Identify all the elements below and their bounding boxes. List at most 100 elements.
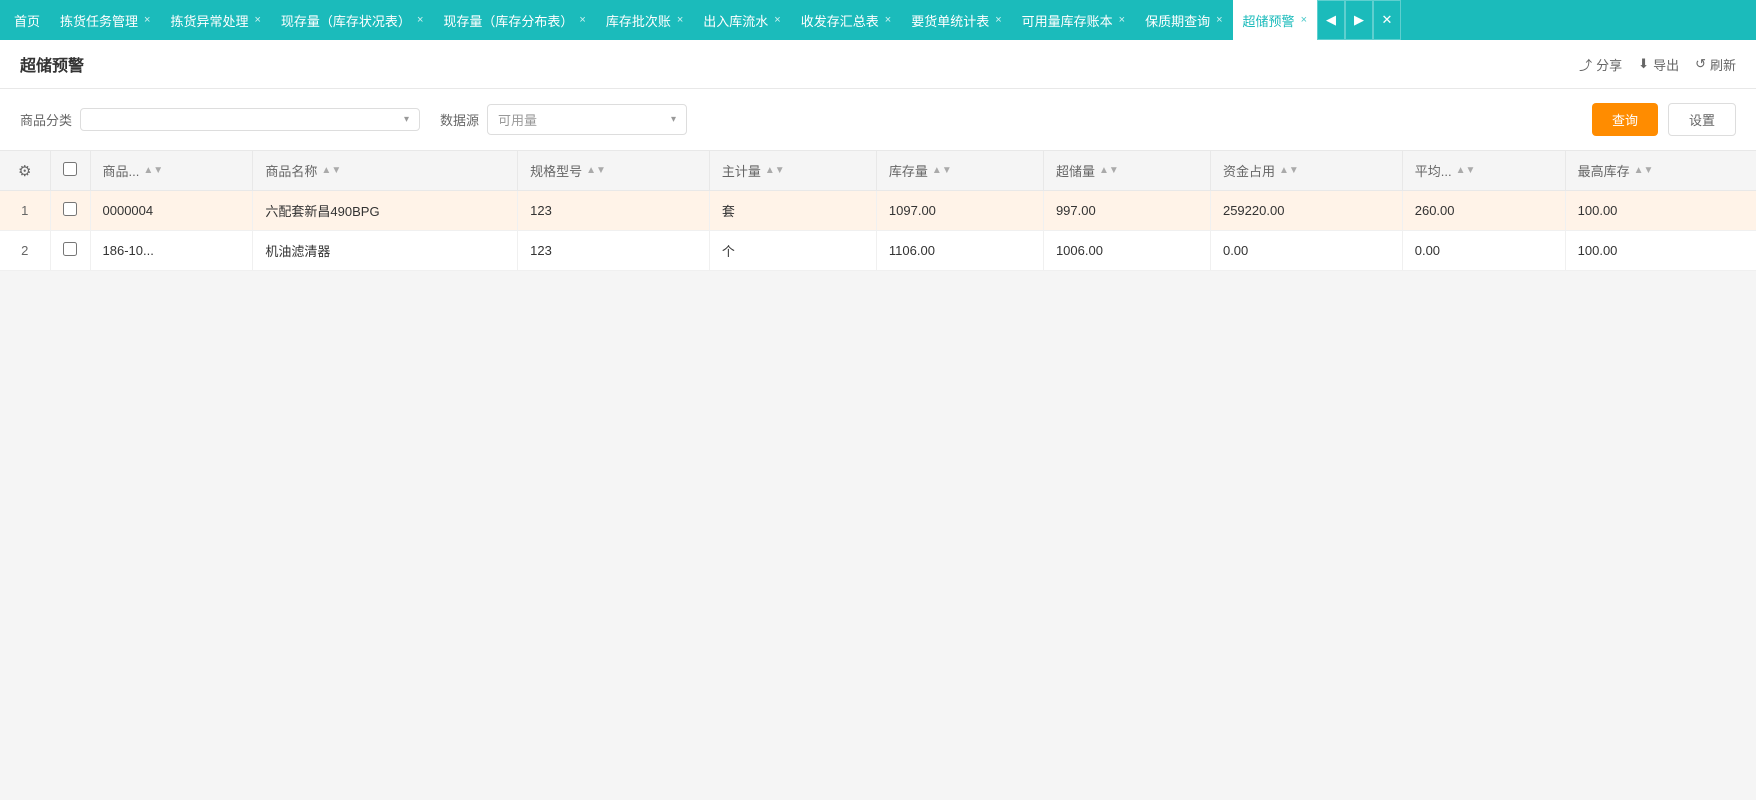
th-max-stock[interactable]: 最高库存 ▲▼ <box>1565 151 1756 191</box>
gear-icon[interactable]: ⚙ <box>18 163 31 180</box>
category-select[interactable]: ▾ <box>80 108 420 131</box>
th-stock[interactable]: 库存量 ▲▼ <box>876 151 1043 191</box>
nav-item-9[interactable]: 可用量库存账本 × <box>1012 0 1135 40</box>
category-filter: 商品分类 ▾ <box>20 108 420 131</box>
close-icon[interactable]: × <box>885 14 891 26</box>
close-icon[interactable]: × <box>1119 14 1125 26</box>
close-icon[interactable]: × <box>1216 14 1222 26</box>
sort-icon: ▲▼ <box>143 167 163 175</box>
chevron-down-icon: ▾ <box>404 114 409 125</box>
col-checkbox[interactable] <box>50 191 90 231</box>
header-actions: ⤴ 分享 ⬇ 导出 ↺ 刷新 <box>1579 55 1736 74</box>
th-product-name[interactable]: 商品名称 ▲▼ <box>253 151 518 191</box>
col-over-stock: 997.00 <box>1043 191 1210 231</box>
table-body: 10000004六配套新昌490BPG123套1097.00997.002592… <box>0 191 1756 271</box>
datasource-filter: 数据源 可用量 ▾ <box>440 104 687 135</box>
close-icon[interactable]: × <box>417 14 423 26</box>
export-button[interactable]: ⬇ 导出 <box>1638 55 1679 74</box>
close-icon[interactable]: × <box>677 14 683 26</box>
close-icon[interactable]: × <box>144 14 150 26</box>
nav-item-home[interactable]: 首页 <box>4 0 50 40</box>
nav-arrow-close[interactable]: ✕ <box>1373 0 1401 40</box>
table-header-row: ⚙ 商品... ▲▼ 商品名称 ▲▼ <box>0 151 1756 191</box>
export-icon: ⬇ <box>1638 56 1649 72</box>
page-header: 超储预警 ⤴ 分享 ⬇ 导出 ↺ 刷新 <box>0 40 1756 89</box>
th-gear: ⚙ <box>0 151 50 191</box>
col-checkbox[interactable] <box>50 231 90 271</box>
nav-item-6[interactable]: 出入库流水 × <box>693 0 790 40</box>
close-icon[interactable]: × <box>254 14 260 26</box>
sort-icon: ▲▼ <box>1279 167 1299 175</box>
select-all-checkbox[interactable] <box>63 162 77 176</box>
th-unit[interactable]: 主计量 ▲▼ <box>709 151 876 191</box>
nav-arrow-right[interactable]: ▶ <box>1345 0 1373 40</box>
th-product-code[interactable]: 商品... ▲▼ <box>90 151 253 191</box>
col-product-name: 机油滤清器 <box>253 231 518 271</box>
sort-icon: ▲▼ <box>321 167 341 175</box>
close-icon[interactable]: × <box>579 14 585 26</box>
col-unit: 个 <box>709 231 876 271</box>
refresh-icon: ↺ <box>1695 56 1706 72</box>
datasource-label: 数据源 <box>440 110 479 129</box>
nav-item-7[interactable]: 收发存汇总表 × <box>791 0 901 40</box>
sort-icon: ▲▼ <box>765 167 785 175</box>
nav-item-2[interactable]: 拣货异常处理 × <box>160 0 270 40</box>
refresh-button[interactable]: ↺ 刷新 <box>1695 55 1736 74</box>
share-icon: ⤴ <box>1579 55 1592 74</box>
table-row: 10000004六配套新昌490BPG123套1097.00997.002592… <box>0 191 1756 231</box>
col-stock: 1106.00 <box>876 231 1043 271</box>
close-icon[interactable]: × <box>995 14 1001 26</box>
th-spec[interactable]: 规格型号 ▲▼ <box>518 151 710 191</box>
nav-arrow-left[interactable]: ◀ <box>1317 0 1345 40</box>
data-table-container: ⚙ 商品... ▲▼ 商品名称 ▲▼ <box>0 151 1756 271</box>
sort-icon: ▲▼ <box>932 167 952 175</box>
sort-icon: ▲▼ <box>1456 167 1476 175</box>
filter-bar: 商品分类 ▾ 数据源 可用量 ▾ 查询 设置 <box>0 89 1756 151</box>
col-max-stock: 100.00 <box>1565 191 1756 231</box>
nav-item-3[interactable]: 现存量（库存状况表） × <box>271 0 433 40</box>
col-capital: 0.00 <box>1210 231 1402 271</box>
data-table: ⚙ 商品... ▲▼ 商品名称 ▲▼ <box>0 151 1756 271</box>
chevron-down-icon: ▾ <box>671 114 676 125</box>
sort-icon: ▲▼ <box>1634 167 1654 175</box>
nav-item-10[interactable]: 保质期查询 × <box>1135 0 1232 40</box>
col-product-name: 六配套新昌490BPG <box>253 191 518 231</box>
col-product-code: 186-10... <box>90 231 253 271</box>
th-capital[interactable]: 资金占用 ▲▼ <box>1210 151 1402 191</box>
close-icon[interactable]: × <box>1301 14 1307 26</box>
col-unit: 套 <box>709 191 876 231</box>
nav-item-8[interactable]: 要货单统计表 × <box>901 0 1011 40</box>
col-index: 2 <box>0 231 50 271</box>
category-label: 商品分类 <box>20 110 72 129</box>
close-icon[interactable]: × <box>774 14 780 26</box>
col-spec: 123 <box>518 231 710 271</box>
nav-item-4[interactable]: 现存量（库存分布表） × <box>433 0 595 40</box>
page-title: 超储预警 <box>20 52 84 76</box>
col-avg: 0.00 <box>1402 231 1565 271</box>
col-over-stock: 1006.00 <box>1043 231 1210 271</box>
th-avg[interactable]: 平均... ▲▼ <box>1402 151 1565 191</box>
row-checkbox[interactable] <box>63 202 77 216</box>
table-row: 2186-10...机油滤清器123个1106.001006.000.000.0… <box>0 231 1756 271</box>
col-avg: 260.00 <box>1402 191 1565 231</box>
top-navigation: 首页 拣货任务管理 × 拣货异常处理 × 现存量（库存状况表） × 现存量（库存… <box>0 0 1756 40</box>
share-button[interactable]: ⤴ 分享 <box>1579 55 1622 74</box>
col-spec: 123 <box>518 191 710 231</box>
datasource-value: 可用量 <box>498 110 537 129</box>
col-max-stock: 100.00 <box>1565 231 1756 271</box>
query-button[interactable]: 查询 <box>1592 103 1658 136</box>
sort-icon: ▲▼ <box>586 167 606 175</box>
nav-item-1[interactable]: 拣货任务管理 × <box>50 0 160 40</box>
nav-item-11-active[interactable]: 超储预警 × <box>1233 0 1317 40</box>
col-capital: 259220.00 <box>1210 191 1402 231</box>
sort-icon: ▲▼ <box>1099 167 1119 175</box>
col-stock: 1097.00 <box>876 191 1043 231</box>
datasource-select[interactable]: 可用量 ▾ <box>487 104 687 135</box>
th-over-stock[interactable]: 超储量 ▲▼ <box>1043 151 1210 191</box>
nav-item-5[interactable]: 库存批次账 × <box>596 0 693 40</box>
filter-buttons: 查询 设置 <box>1592 103 1736 136</box>
settings-button[interactable]: 设置 <box>1668 103 1736 136</box>
th-checkbox <box>50 151 90 191</box>
row-checkbox[interactable] <box>63 242 77 256</box>
col-index: 1 <box>0 191 50 231</box>
